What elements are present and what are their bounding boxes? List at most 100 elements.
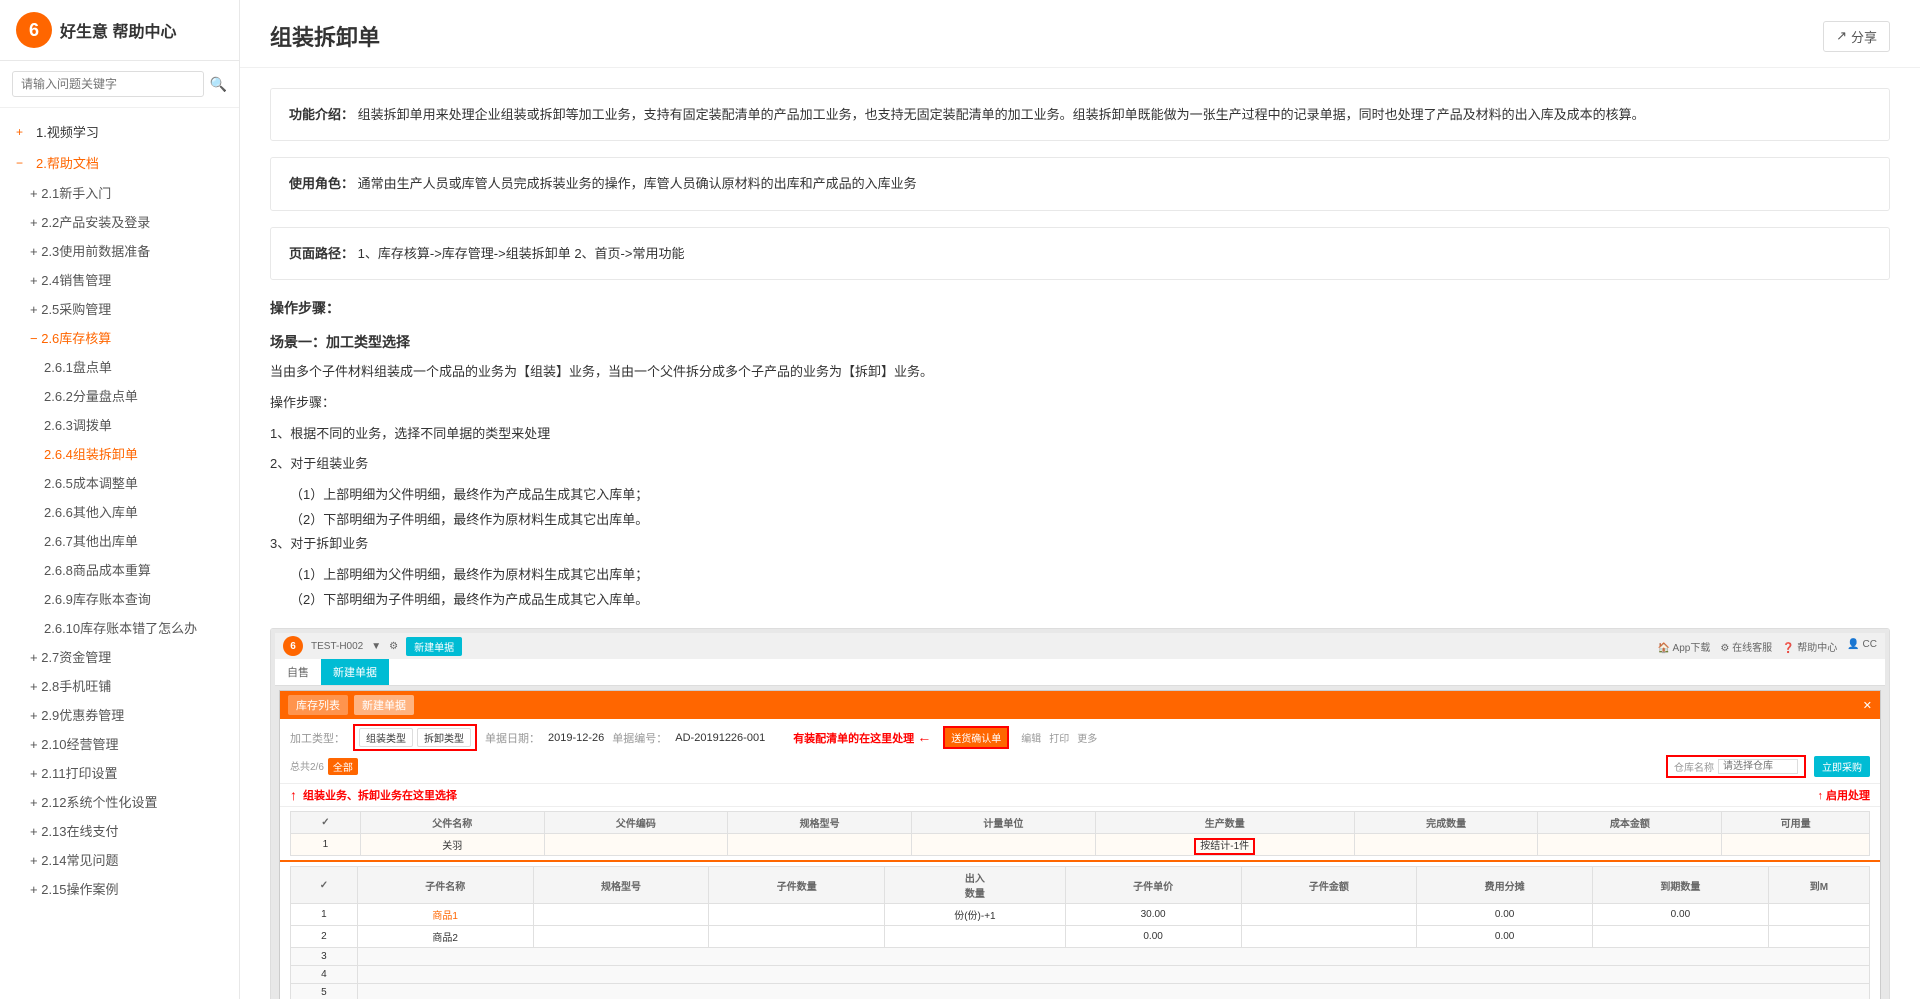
mock-form-row2: 总共2/6 全部 仓库名称 立即采购 [290, 755, 1870, 778]
sidebar-item-2-11[interactable]: + 2.11打印设置 [0, 758, 239, 787]
child-cell-2-spec [533, 926, 709, 948]
mock-help2: ❓ 帮助中心 [1782, 639, 1837, 654]
step3-1: （1）上部明细为父件明细，最终作为原材料生成其它出库单； [270, 563, 1890, 588]
annotation-text-2: 组装业务、拆卸业务在这里选择 [303, 787, 457, 803]
sidebar-item-2-6[interactable]: − 2.6库存核算 [0, 323, 239, 352]
sidebar-item-2-6-3[interactable]: 2.6.3调拨单 [0, 410, 239, 439]
sidebar-item-2-6-4[interactable]: 2.6.4组装拆卸单 [0, 439, 239, 468]
sidebar-item-2-6-2[interactable]: 2.6.2分量盘点单 [0, 381, 239, 410]
child-cell-1-op [1768, 904, 1869, 926]
sidebar-item-2-4[interactable]: + 2.4销售管理 [0, 265, 239, 294]
sidebar-item-2-10[interactable]: + 2.10经营管理 [0, 729, 239, 758]
mock-window-header: 库存列表 新建单据 ✕ [280, 691, 1880, 719]
child-col-check: ✓ [291, 867, 358, 904]
annotation-text-3: ↑ 启用处理 [1817, 787, 1870, 803]
sidebar-item-1[interactable]: + 1.视频学习 [0, 116, 239, 147]
sidebar-item-2[interactable]: − 2.帮助文档 [0, 147, 239, 178]
search-button[interactable]: 🔍 [210, 76, 227, 93]
sidebar-item-2-12[interactable]: + 2.12系统个性化设置 [0, 787, 239, 816]
mock-tab-home[interactable]: 自售 [275, 659, 321, 685]
col-cost: 成本金额 [1538, 812, 1722, 834]
mock-tab-new[interactable]: 新建单据 [321, 659, 389, 685]
share-button[interactable]: ↗ 分享 [1823, 21, 1890, 52]
mock-confirm-btn[interactable]: 送货确认单 [943, 726, 1009, 749]
child-col-price: 子件单价 [1065, 867, 1241, 904]
plus-icon-2-10: + [30, 737, 41, 752]
sidebar-item-2-1[interactable]: + 2.1新手入门 [0, 178, 239, 207]
mock-parent-table-head: ✓ 父件名称 父件编码 规格型号 计量单位 生产数量 完成数量 成本金额 可用量 [291, 812, 1870, 834]
sidebar-item-2-14[interactable]: + 2.14常见问题 [0, 845, 239, 874]
child-cell-1-name: 商品1 [357, 904, 533, 926]
mock-save-btn[interactable]: 立即采购 [1814, 756, 1870, 777]
child-cell-1-idx: 1 [291, 904, 358, 926]
mock-type-selector: 组装类型 拆卸类型 [353, 724, 477, 751]
col-unit: 计量单位 [912, 812, 1096, 834]
mock-close-icon[interactable]: ✕ [1863, 699, 1872, 712]
mock-more-btn[interactable]: 更多 [1077, 730, 1097, 745]
sidebar-item-2-15[interactable]: + 2.15操作案例 [0, 874, 239, 903]
mock-status-btn[interactable]: 新建单据 [406, 637, 462, 656]
arrow-icon-1: ← [917, 729, 931, 745]
mock-child-table-head: ✓ 子件名称 规格型号 子件数量 出入数量 子件单价 子件金额 费用分摊 到期数… [291, 867, 1870, 904]
mock-logo: 6 [283, 636, 303, 656]
search-input[interactable] [12, 71, 204, 97]
mock-child-header-row: ✓ 子件名称 规格型号 子件数量 出入数量 子件单价 子件金额 费用分摊 到期数… [291, 867, 1870, 904]
nav-group-2: − 2.帮助文档 + 2.1新手入门 + 2.2产品安装及登录 + 2.3使用前… [0, 147, 239, 903]
mock-warehouse-input[interactable] [1718, 759, 1798, 774]
mock-child-table-body: 1 商品1 份(份)-+1 30.00 0.00 0.00 [291, 904, 1870, 999]
sidebar-item-2-6-6[interactable]: 2.6.6其他入库单 [0, 497, 239, 526]
sidebar-item-2-7[interactable]: + 2.7资金管理 [0, 642, 239, 671]
mock-edit-btn[interactable]: 编辑 [1021, 730, 1041, 745]
main-content: 组装拆卸单 ↗ 分享 功能介绍： 组装拆卸单用来处理企业组装或拆卸等加工业务，支… [240, 0, 1920, 999]
mock-parent-table-header-row: ✓ 父件名称 父件编码 规格型号 计量单位 生产数量 完成数量 成本金额 可用量 [291, 812, 1870, 834]
child-col-expire: 到期数量 [1593, 867, 1769, 904]
child-cell-2-name: 商品2 [357, 926, 533, 948]
mock-print-btn[interactable]: 打印 [1049, 730, 1069, 745]
child-cell-1-spec [533, 904, 709, 926]
mock-win-tab-list[interactable]: 库存列表 [288, 695, 348, 715]
empty-row-3-rest [357, 948, 1869, 966]
col-avail: 可用量 [1722, 812, 1870, 834]
mock-apps: 🏠 App下载 [1658, 639, 1710, 654]
mock-win-tab-new[interactable]: 新建单据 [354, 695, 414, 715]
sys-top-bar: 6 TEST-H002 ▼ ⚙ 新建单据 🏠 App下载 ⚙ 在线客服 ❓ 帮助… [275, 633, 1885, 659]
step2: 2、对于组装业务 [270, 452, 1890, 477]
plus-icon-2-4: + [30, 273, 41, 288]
mock-type-btn-disassemble[interactable]: 拆卸类型 [417, 728, 471, 747]
path-label: 页面路径： [289, 246, 354, 261]
mock-warehouse-selector: 仓库名称 [1666, 755, 1806, 778]
mock-help: ⚙ 在线客服 [1720, 639, 1772, 654]
sidebar-item-2-6-9[interactable]: 2.6.9库存账本查询 [0, 584, 239, 613]
cell-cost-val [1538, 834, 1722, 856]
sidebar-item-2-8[interactable]: + 2.8手机旺铺 [0, 671, 239, 700]
sidebar-item-2-6-1[interactable]: 2.6.1盘点单 [0, 352, 239, 381]
sidebar-item-2-6-5[interactable]: 2.6.5成本调整单 [0, 468, 239, 497]
screenshot-container: 6 TEST-H002 ▼ ⚙ 新建单据 🏠 App下载 ⚙ 在线客服 ❓ 帮助… [270, 628, 1890, 999]
sidebar-item-2-6-7[interactable]: 2.6.7其他出库单 [0, 526, 239, 555]
col-parent-name: 父件名称 [360, 812, 544, 834]
step-label: 操作步骤： [270, 391, 1890, 416]
logo-icon: 6 [16, 12, 52, 48]
nav-sub-sub-items-2-6: 2.6.1盘点单 2.6.2分量盘点单 2.6.3调拨单 2.6.4组装拆卸单 … [0, 352, 239, 642]
mock-annotation-row: ↑ 组装业务、拆卸业务在这里选择 ↑ 启用处理 [280, 784, 1880, 807]
minus-icon-2-6: − [30, 331, 41, 346]
sidebar-item-2-3[interactable]: + 2.3使用前数据准备 [0, 236, 239, 265]
mock-page-btn[interactable]: 全部 [328, 758, 358, 775]
table-row: 5 [291, 984, 1870, 999]
sidebar-item-2-5[interactable]: + 2.5采购管理 [0, 294, 239, 323]
sidebar-item-2-6-10[interactable]: 2.6.10库存账本错了怎么办 [0, 613, 239, 642]
sidebar-item-2-9[interactable]: + 2.9优惠券管理 [0, 700, 239, 729]
mock-form-row1: 加工类型： 组装类型 拆卸类型 单据日期： 2019-12-26 单据编号： A… [290, 724, 1870, 751]
mock-parent-table-body: 1 关羽 按结计-1件 [291, 834, 1870, 856]
scenario1-desc: 当由多个子件材料组装成一个成品的业务为【组装】业务，当由一个父件拆分成多个子产品… [270, 360, 1890, 385]
sidebar-item-2-6-8[interactable]: 2.6.8商品成本重算 [0, 555, 239, 584]
step3-2: （2）下部明细为子件明细，最终作为产成品生成其它入库单。 [270, 588, 1890, 613]
mock-type-btn-assemble[interactable]: 组装类型 [359, 728, 413, 747]
child-cell-1-price: 30.00 [1065, 904, 1241, 926]
plus-icon-2-1: + [30, 186, 41, 201]
child-cell-2-qty [709, 926, 885, 948]
mock-count-group: 总共2/6 全部 [290, 758, 358, 775]
child-col-name: 子件名称 [357, 867, 533, 904]
sidebar-item-2-13[interactable]: + 2.13在线支付 [0, 816, 239, 845]
sidebar-item-2-2[interactable]: + 2.2产品安装及登录 [0, 207, 239, 236]
